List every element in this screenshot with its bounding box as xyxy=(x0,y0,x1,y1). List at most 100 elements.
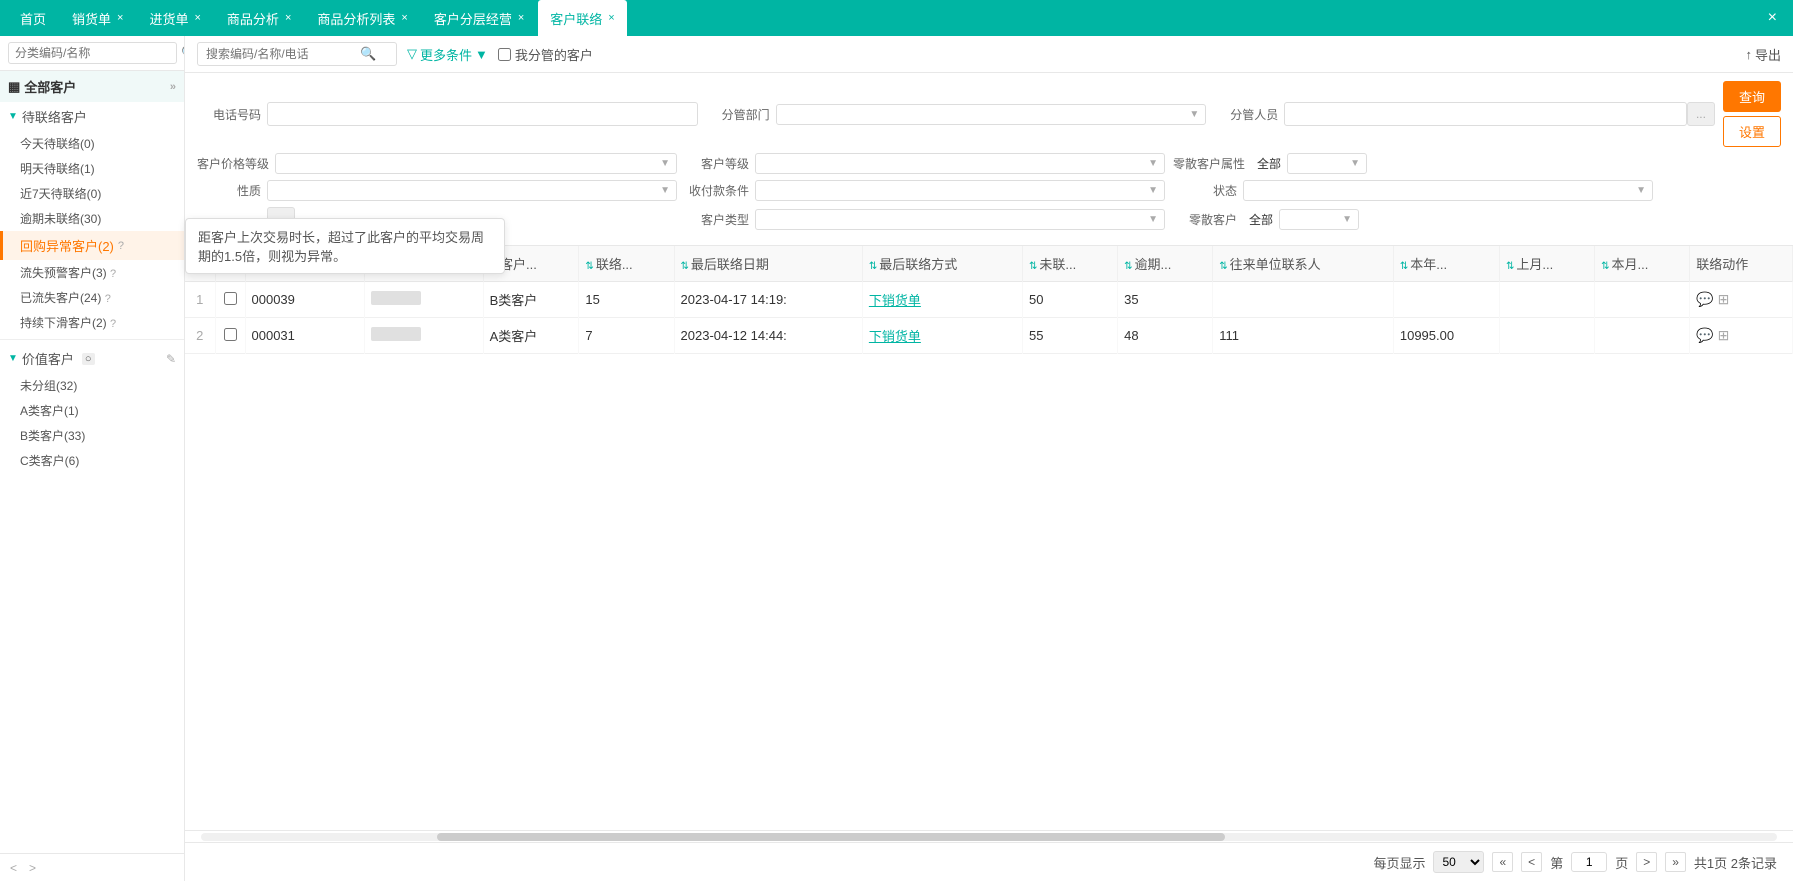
sidebar-item-declining[interactable]: 持续下滑客户(2) ? xyxy=(0,310,184,335)
filter-scattered-attr-select[interactable]: ▼ xyxy=(1287,153,1367,174)
col-last-month-header[interactable]: ⇅上月... xyxy=(1500,246,1595,282)
sidebar-item-7days[interactable]: 近7天待联络(0) xyxy=(0,181,184,206)
sidebar-item-class-a[interactable]: A类客户(1) xyxy=(0,398,184,423)
filter-department-select[interactable]: ▼ xyxy=(776,104,1207,125)
sidebar-item-tomorrow[interactable]: 明天待联络(1) xyxy=(0,156,184,181)
nav-product-analysis-list[interactable]: 商品分析列表 × xyxy=(305,0,419,36)
value-group-edit-icon[interactable]: ✎ xyxy=(166,352,176,366)
last-way-link-0[interactable]: 下销货单 xyxy=(869,293,921,308)
action-chat-icon-0[interactable]: 💬 xyxy=(1696,291,1713,308)
sidebar-search-input[interactable] xyxy=(8,42,177,64)
row-check-0 xyxy=(215,282,245,318)
close-customer-tier-icon[interactable]: × xyxy=(518,12,524,24)
filter-search-input[interactable] xyxy=(206,47,356,61)
close-customer-contact-icon[interactable]: × xyxy=(608,12,614,24)
col-contact-header[interactable]: ⇅联络... xyxy=(579,246,674,282)
settings-button[interactable]: 设置 xyxy=(1723,116,1781,147)
action-grid-icon-1[interactable]: ⊞ xyxy=(1718,327,1730,344)
row-checkbox-0[interactable] xyxy=(224,292,237,305)
col-last-way-header[interactable]: ⇅最后联络方式 xyxy=(862,246,1022,282)
nav-customer-tier[interactable]: 客户分层经营 × xyxy=(422,0,536,36)
my-customers-checkbox[interactable] xyxy=(498,48,511,61)
scattered-attr-chev-icon: ▼ xyxy=(1350,158,1360,169)
filter-status-select[interactable]: ▼ xyxy=(1243,180,1653,201)
page-number-input[interactable] xyxy=(1571,852,1607,872)
sidebar-item-churned[interactable]: 已流失客户(24) ? xyxy=(0,285,184,310)
row-overdue-1: 48 xyxy=(1118,318,1213,354)
col-uncontacted-header[interactable]: ⇅未联... xyxy=(1022,246,1117,282)
grid-icon: ▦ xyxy=(8,79,20,95)
sidebar-bottom-next[interactable]: > xyxy=(25,859,40,877)
filter-customer-level-select[interactable]: ▼ xyxy=(755,153,1165,174)
sidebar-item-unclassified[interactable]: 未分组(32) xyxy=(0,373,184,398)
repurchase-help-icon[interactable]: ? xyxy=(118,240,124,252)
sidebar-item-class-c[interactable]: C类客户(6) xyxy=(0,448,184,473)
filter-nature-select[interactable]: ▼ xyxy=(267,180,677,201)
nav-customer-contact[interactable]: 客户联络 × xyxy=(538,0,626,36)
action-chat-icon-1[interactable]: 💬 xyxy=(1696,327,1713,344)
filter-phone-label: 电话号码 xyxy=(197,106,267,123)
filter-manager-field: 分管人员 ... xyxy=(1214,102,1715,126)
sidebar-item-today[interactable]: 今天待联络(0) xyxy=(0,131,184,156)
sidebar-item-churn-warning[interactable]: 流失预警客户(3) ? xyxy=(0,260,184,285)
scroll-thumb[interactable] xyxy=(437,833,1225,841)
nav-product-analysis[interactable]: 商品分析 × xyxy=(215,0,303,36)
row-level-0: B类客户 xyxy=(483,282,579,318)
nav-sales[interactable]: 销货单 × xyxy=(60,0,135,36)
sidebar-item-repurchase-anomaly[interactable]: 回购异常客户(2) ? xyxy=(0,231,184,260)
last-page-button[interactable]: » xyxy=(1665,852,1686,872)
filter-search-icon[interactable]: 🔍 xyxy=(360,46,376,62)
close-product-analysis-icon[interactable]: × xyxy=(285,12,291,24)
close-all-tabs-button[interactable]: × xyxy=(1760,9,1785,27)
nav-purchase[interactable]: 进货单 × xyxy=(137,0,212,36)
col-overdue-header[interactable]: ⇅逾期... xyxy=(1118,246,1213,282)
close-sales-icon[interactable]: × xyxy=(117,12,123,24)
row-checkbox-1[interactable] xyxy=(224,328,237,341)
row-last-date-1: 2023-04-12 14:44: xyxy=(674,318,862,354)
per-page-select[interactable]: 50 100 xyxy=(1433,851,1484,873)
action-buttons: 查询 设置 xyxy=(1723,81,1781,147)
col-this-year-header[interactable]: ⇅本年... xyxy=(1393,246,1499,282)
close-product-list-icon[interactable]: × xyxy=(401,12,407,24)
sidebar-bottom-prev[interactable]: < xyxy=(6,859,21,877)
filter-manager-ellipsis-button[interactable]: ... xyxy=(1687,102,1715,126)
col-last-date-header[interactable]: ⇅最后联络日期 xyxy=(674,246,862,282)
nav-home[interactable]: 首页 xyxy=(8,0,58,36)
filter-scattered-attr-label: 零散客户属性 xyxy=(1173,155,1251,172)
filter-customer-level-field: 客户等级 ▼ xyxy=(685,153,1165,174)
filter-manager-input[interactable] xyxy=(1284,102,1687,126)
main-layout: 🔍 ▦ 全部客户 » ▼ 待联络客户 今天待联络(0) 明天待联络(1) 近7天… xyxy=(0,36,1793,881)
last-way-link-1[interactable]: 下销货单 xyxy=(869,329,921,344)
filter-more-conditions[interactable]: ▽ 更多条件 ▼ xyxy=(407,45,488,64)
export-button[interactable]: ↑ 导出 xyxy=(1745,45,1781,64)
filter-nature-label: 性质 xyxy=(197,182,267,199)
sidebar-value-group[interactable]: ▼ 价值客户 ○ ✎ xyxy=(0,344,184,373)
filter-customer-type-select[interactable]: ▼ xyxy=(755,209,1165,230)
filter-row-3: 性质 ▼ 收付款条件 ▼ 状态 xyxy=(197,180,1781,201)
row-code-1: 000031 xyxy=(245,318,364,354)
query-button[interactable]: 查询 xyxy=(1723,81,1781,112)
sidebar-item-class-b[interactable]: B类客户(33) xyxy=(0,423,184,448)
filter-department-label: 分管部门 xyxy=(706,106,776,123)
col-contact-person-header[interactable]: ⇅往来单位联系人 xyxy=(1213,246,1394,282)
sidebar-all-customers[interactable]: ▦ 全部客户 » xyxy=(0,71,184,102)
churn-warning-help-icon: ? xyxy=(110,268,116,280)
filter-scattered-customer-label: 零散客户 xyxy=(1173,211,1243,228)
filter-phone-input[interactable] xyxy=(267,102,698,126)
export-icon: ↑ xyxy=(1745,47,1752,62)
sidebar-item-overdue[interactable]: 逾期未联络(30) xyxy=(0,206,184,231)
first-page-button[interactable]: « xyxy=(1492,852,1513,872)
filter-payment-select[interactable]: ▼ xyxy=(755,180,1165,201)
prev-page-button[interactable]: < xyxy=(1521,852,1542,872)
next-page-button[interactable]: > xyxy=(1636,852,1657,872)
col-this-month-header[interactable]: ⇅本月... xyxy=(1595,246,1690,282)
filter-price-level-select[interactable]: ▼ xyxy=(275,153,677,174)
sidebar-group-pending[interactable]: ▼ 待联络客户 xyxy=(0,102,184,131)
filter-status-field: 状态 ▼ xyxy=(1173,180,1653,201)
filter-scattered-customer-select[interactable]: ▼ xyxy=(1279,209,1359,230)
action-grid-icon-0[interactable]: ⊞ xyxy=(1718,291,1730,308)
close-purchase-icon[interactable]: × xyxy=(194,12,200,24)
horizontal-scroll-bar[interactable] xyxy=(185,830,1793,842)
filter-scattered-attr-field: 零散客户属性 全部 ▼ xyxy=(1173,153,1653,174)
filter-status-label: 状态 xyxy=(1173,182,1243,199)
